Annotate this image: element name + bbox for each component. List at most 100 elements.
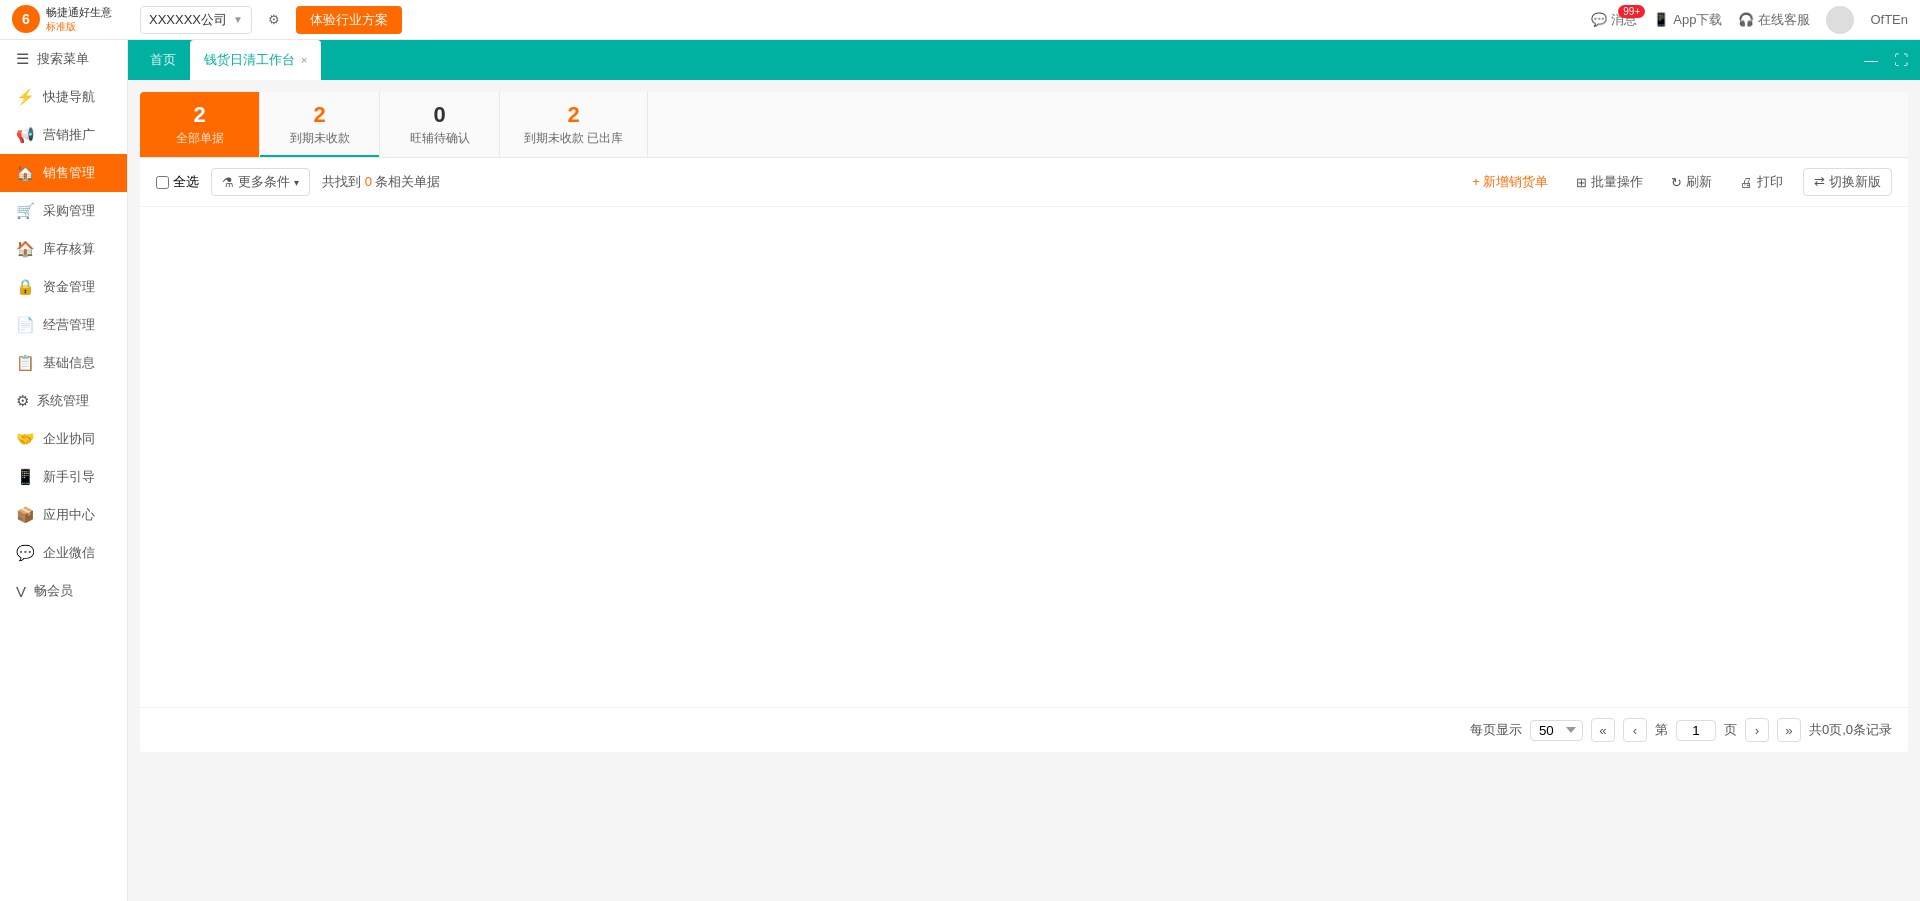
page-prev-button[interactable]: ‹ [1623,718,1647,742]
sidebar-item-weixin[interactable]: 💬 企业微信 [0,534,127,572]
sidebar-item-weixin-label: 企业微信 [43,544,95,562]
sidebar-item-inventory[interactable]: 🏠 库存核算 [0,230,127,268]
refresh-label: 刷新 [1686,173,1712,191]
batch-operation-button[interactable]: ⊞ 批量操作 [1568,169,1651,195]
quick-nav-icon: ⚡ [16,88,35,106]
per-page-label: 每页显示 [1470,721,1522,739]
summary-tabs: 2 全部单据 2 到期未收款 0 旺辅待确认 2 到期未收款 已出库 [140,92,1908,158]
page-first-button[interactable]: « [1591,718,1615,742]
sidebar-item-guide-label: 新手引导 [43,468,95,486]
tab-bar-right: — ⛶ [1860,48,1912,72]
header-right: 💬 消息 99+ 📱 App下载 🎧 在线客服 OfTEn [1591,6,1908,34]
company-dropdown-arrow: ▼ [233,14,243,25]
switch-icon: ⇄ [1814,174,1825,189]
refresh-button[interactable]: ↻ 刷新 [1663,169,1720,195]
finance-icon: 🔒 [16,278,35,296]
sidebar-item-marketing-label: 营销推广 [43,126,95,144]
filter-icon: ⚗ [222,175,234,190]
toolbar-right: + 新增销货单 ⊞ 批量操作 ↻ 刷新 🖨 打印 ⇄ 切换新版 [1464,168,1892,196]
avatar[interactable] [1826,6,1854,34]
summary-tab-overdue[interactable]: 2 到期未收款 [260,92,380,157]
sidebar-item-operations[interactable]: 📄 经营管理 [0,306,127,344]
batch-icon: ⊞ [1576,175,1587,190]
sidebar-item-system-mgmt[interactable]: ⚙ 系统管理 [0,382,127,420]
sidebar-item-basic-info[interactable]: 📋 基础信息 [0,344,127,382]
app-download-label: App下载 [1673,11,1722,29]
enterprise-icon: 🤝 [16,430,35,448]
sidebar-item-finance[interactable]: 🔒 资金管理 [0,268,127,306]
sidebar-item-finance-label: 资金管理 [43,278,95,296]
print-button[interactable]: 🖨 打印 [1732,169,1791,195]
page-label: 第 [1655,721,1668,739]
print-icon: 🖨 [1740,175,1753,190]
app-download-item[interactable]: 📱 App下载 [1653,11,1722,29]
sidebar-item-marketing[interactable]: 📢 营销推广 [0,116,127,154]
experience-button[interactable]: 体验行业方案 [296,6,402,34]
app-center-icon: 📦 [16,506,35,524]
add-sale-button[interactable]: + 新增销货单 [1464,169,1556,195]
system-mgmt-icon: ⚙ [16,392,29,410]
filter-label: 更多条件 [238,173,290,191]
table-area [140,207,1908,707]
page-last-button[interactable]: » [1777,718,1801,742]
guide-icon: 📱 [16,468,35,486]
summary-tab-wangwang[interactable]: 0 旺辅待确认 [380,92,500,157]
filter-button[interactable]: ⚗ 更多条件 ▾ [211,168,310,196]
tab-home[interactable]: 首页 [136,40,190,80]
sidebar-item-enterprise[interactable]: 🤝 企业协同 [0,420,127,458]
summary-tab-all-label: 全部单据 [176,130,224,147]
online-service-label: 在线客服 [1758,11,1810,29]
page-next-button[interactable]: › [1745,718,1769,742]
tab-minimize-icon[interactable]: — [1860,48,1882,72]
tab-bar: 首页 钱货日清工作台 × — ⛶ [128,40,1920,80]
sidebar-item-inventory-label: 库存核算 [43,240,95,258]
message-item[interactable]: 💬 消息 99+ [1591,11,1637,29]
member-icon: V [16,583,26,600]
filter-arrow-icon: ▾ [294,177,299,188]
sidebar-item-system-mgmt-label: 系统管理 [37,392,89,410]
select-all-checkbox-label[interactable]: 全选 [156,173,199,191]
summary-tab-overdue-label: 到期未收款 [290,130,350,147]
sidebar-item-purchase-mgmt[interactable]: 🛒 采购管理 [0,192,127,230]
found-count: 0 [365,174,372,189]
tab-home-label: 首页 [150,51,176,69]
company-selector[interactable]: XXXXXX公司 ▼ [140,6,252,34]
settings-icon[interactable]: ⚙ [260,6,288,34]
sidebar-item-purchase-mgmt-label: 采购管理 [43,202,95,220]
toolbar-left: 全选 ⚗ 更多条件 ▾ 共找到 0 条相关单据 [156,168,1452,196]
sidebar-item-quick-nav[interactable]: ⚡ 快捷导航 [0,78,127,116]
select-all-checkbox[interactable] [156,176,169,189]
total-label: 共0页,0条记录 [1809,721,1892,739]
sales-mgmt-icon: 🏠 [16,164,35,182]
page-input[interactable] [1676,720,1716,741]
sidebar-item-member[interactable]: V 畅会员 [0,572,127,610]
sidebar-item-sales-mgmt-label: 销售管理 [43,164,95,182]
purchase-mgmt-icon: 🛒 [16,202,35,220]
found-text: 共找到 0 条相关单据 [322,173,440,191]
tab-maximize-icon[interactable]: ⛶ [1890,48,1912,72]
summary-tab-all[interactable]: 2 全部单据 [140,92,260,157]
search-menu-icon: ☰ [16,50,29,68]
app-edition: 标准版 [46,20,112,34]
summary-tab-overdue-out[interactable]: 2 到期未收款 已出库 [500,92,648,157]
sidebar-item-basic-info-label: 基础信息 [43,354,95,372]
switch-new-button[interactable]: ⇄ 切换新版 [1803,168,1892,196]
sidebar-item-guide[interactable]: 📱 新手引导 [0,458,127,496]
company-name: XXXXXX公司 [149,11,227,29]
sidebar-item-sales-mgmt[interactable]: 🏠 销售管理 [0,154,127,192]
weixin-icon: 💬 [16,544,35,562]
sidebar-item-member-label: 畅会员 [34,582,73,600]
online-service-icon: 🎧 [1738,12,1754,27]
summary-tab-overdue-out-label: 到期未收款 已出库 [524,130,623,147]
app-name: 畅捷通好生意 [46,5,112,19]
operations-icon: 📄 [16,316,35,334]
sidebar-item-search-menu[interactable]: ☰ 搜索菜单 [0,40,127,78]
sidebar-item-app-center[interactable]: 📦 应用中心 [0,496,127,534]
online-service-item[interactable]: 🎧 在线客服 [1738,11,1810,29]
tab-active[interactable]: 钱货日清工作台 × [190,40,321,80]
top-header: 6 畅捷通好生意 标准版 XXXXXX公司 ▼ ⚙ 体验行业方案 💬 消息 99… [0,0,1920,40]
user-name: OfTEn [1870,12,1908,27]
per-page-select[interactable]: 50 10 20 100 [1530,720,1583,741]
tab-close-icon[interactable]: × [301,54,307,66]
tab-active-label: 钱货日清工作台 [204,51,295,69]
